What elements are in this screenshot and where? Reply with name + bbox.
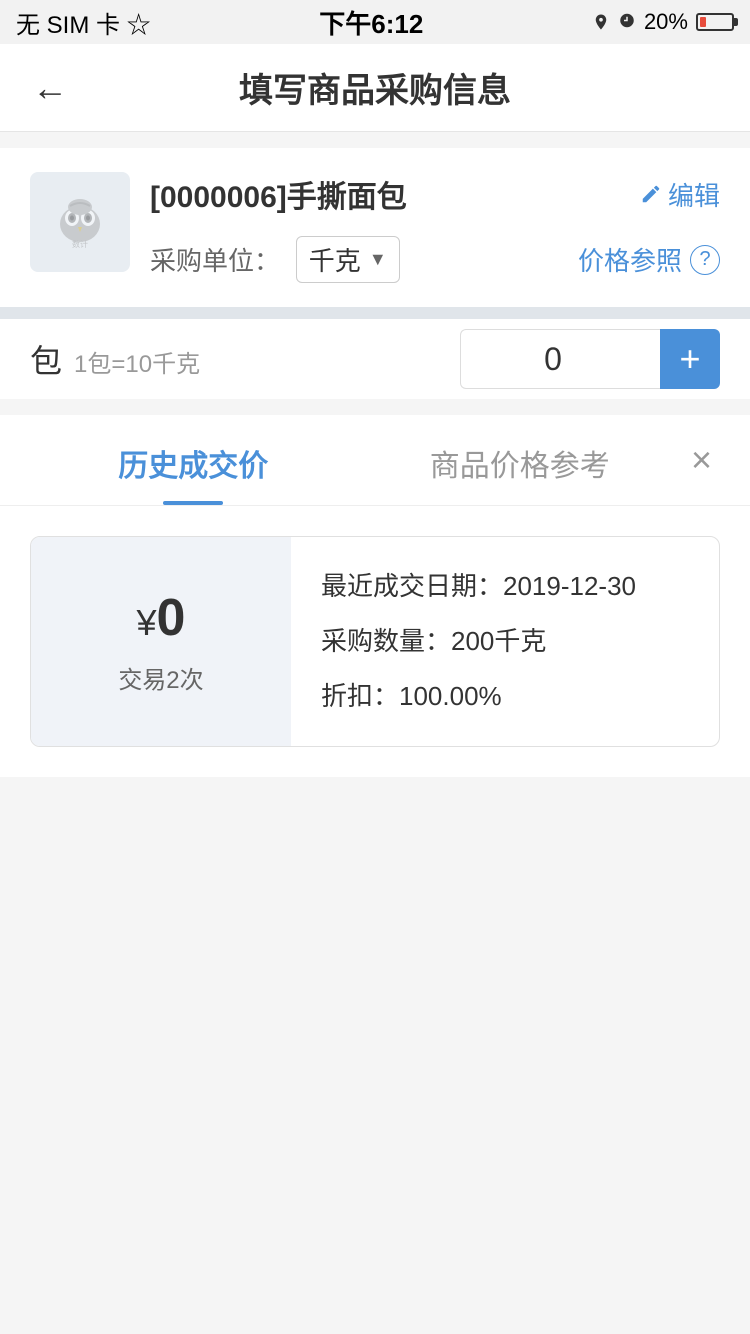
tab-content: ¥0 交易2次 最近成交日期：2019-12-30 采购数量：200千克 折扣：… (0, 506, 750, 777)
sim-label: 无 SIM 卡 ☆ (16, 5, 151, 40)
battery-percent: 20% (644, 9, 688, 35)
product-image: 数计 (30, 172, 130, 272)
battery-icon (696, 13, 734, 31)
history-price-value: ¥0 (137, 588, 186, 648)
alarm-icon (618, 13, 636, 31)
recent-date-value: 2019-12-30 (503, 571, 636, 601)
tab-header: 历史成交价 商品价格参考 × (0, 415, 750, 506)
unit-value: 千克 (309, 241, 361, 278)
unit-equiv: 1包=10千克 (74, 344, 200, 379)
product-logo: 数计 (50, 192, 110, 252)
history-details-section: 最近成交日期：2019-12-30 采购数量：200千克 折扣：100.00% (291, 537, 719, 746)
history-purchase-qty: 采购数量：200千克 (321, 622, 689, 661)
qty-value: 200千克 (451, 626, 546, 656)
unit-dropdown-arrow: ▼ (369, 249, 387, 270)
tab-close-button[interactable]: × (683, 439, 720, 481)
qty-label: 采购数量： (321, 626, 451, 656)
tab-history-price[interactable]: 历史成交价 (30, 415, 356, 505)
quantity-input[interactable] (460, 329, 660, 389)
svg-text:数计: 数计 (72, 239, 88, 249)
edit-label: 编辑 (668, 176, 720, 213)
product-info: [0000006]手撕面包 编辑 采购单位： 千克 ▼ 价格参照 (150, 172, 720, 283)
product-title-row: [0000006]手撕面包 编辑 (150, 172, 720, 216)
quantity-input-area: + (460, 329, 720, 389)
status-left: 无 SIM 卡 ☆ (16, 5, 151, 40)
help-symbol: ? (699, 248, 710, 271)
status-time: 下午6:12 (319, 4, 423, 41)
status-bar: 无 SIM 卡 ☆ 下午6:12 20% (0, 0, 750, 44)
discount-label: 折扣： (321, 681, 399, 711)
status-right: 20% (592, 9, 734, 35)
tab-panel: 历史成交价 商品价格参考 × ¥0 交易2次 最近成交日期：2019-12-30… (0, 415, 750, 777)
product-card: 数计 [0000006]手撕面包 编辑 采购单位： 千克 ▼ (0, 148, 750, 307)
price-number: 0 (157, 589, 186, 647)
history-trade-count: 交易2次 (118, 660, 203, 695)
unit-section: 采购单位： 千克 ▼ (150, 236, 400, 283)
page-title: 填写商品采购信息 (239, 63, 511, 112)
history-price-section: ¥0 交易2次 (31, 537, 291, 746)
back-button[interactable]: ← (24, 59, 76, 117)
history-card: ¥0 交易2次 最近成交日期：2019-12-30 采购数量：200千克 折扣：… (30, 536, 720, 747)
quantity-unit-info: 包 1包=10千克 (30, 336, 200, 382)
tab-price-ref-label: 商品价格参考 (430, 450, 610, 483)
product-unit-row: 采购单位： 千克 ▼ 价格参照 ? (150, 236, 720, 283)
nav-bar: ← 填写商品采购信息 (0, 44, 750, 132)
section-divider (0, 307, 750, 319)
yen-symbol: ¥ (137, 602, 157, 643)
quantity-plus-button[interactable]: + (660, 329, 720, 389)
help-icon[interactable]: ? (690, 245, 720, 275)
edit-icon (640, 183, 662, 205)
unit-select[interactable]: 千克 ▼ (296, 236, 400, 283)
product-header: 数计 [0000006]手撕面包 编辑 采购单位： 千克 ▼ (30, 172, 720, 283)
quantity-unit: 包 (30, 336, 62, 382)
price-ref-button[interactable]: 价格参照 ? (578, 241, 720, 278)
history-recent-date: 最近成交日期：2019-12-30 (321, 567, 689, 606)
unit-label: 采购单位： (150, 246, 280, 276)
product-title: [0000006]手撕面包 (150, 172, 407, 216)
location-icon (592, 13, 610, 31)
price-ref-label: 价格参照 (578, 241, 682, 278)
tab-price-reference[interactable]: 商品价格参考 (356, 415, 682, 505)
tab-history-label: 历史成交价 (118, 450, 268, 483)
discount-value: 100.00% (399, 681, 502, 711)
history-discount: 折扣：100.00% (321, 677, 689, 716)
recent-date-label: 最近成交日期： (321, 571, 503, 601)
quantity-row: 包 1包=10千克 + (0, 319, 750, 399)
edit-button[interactable]: 编辑 (640, 176, 720, 213)
